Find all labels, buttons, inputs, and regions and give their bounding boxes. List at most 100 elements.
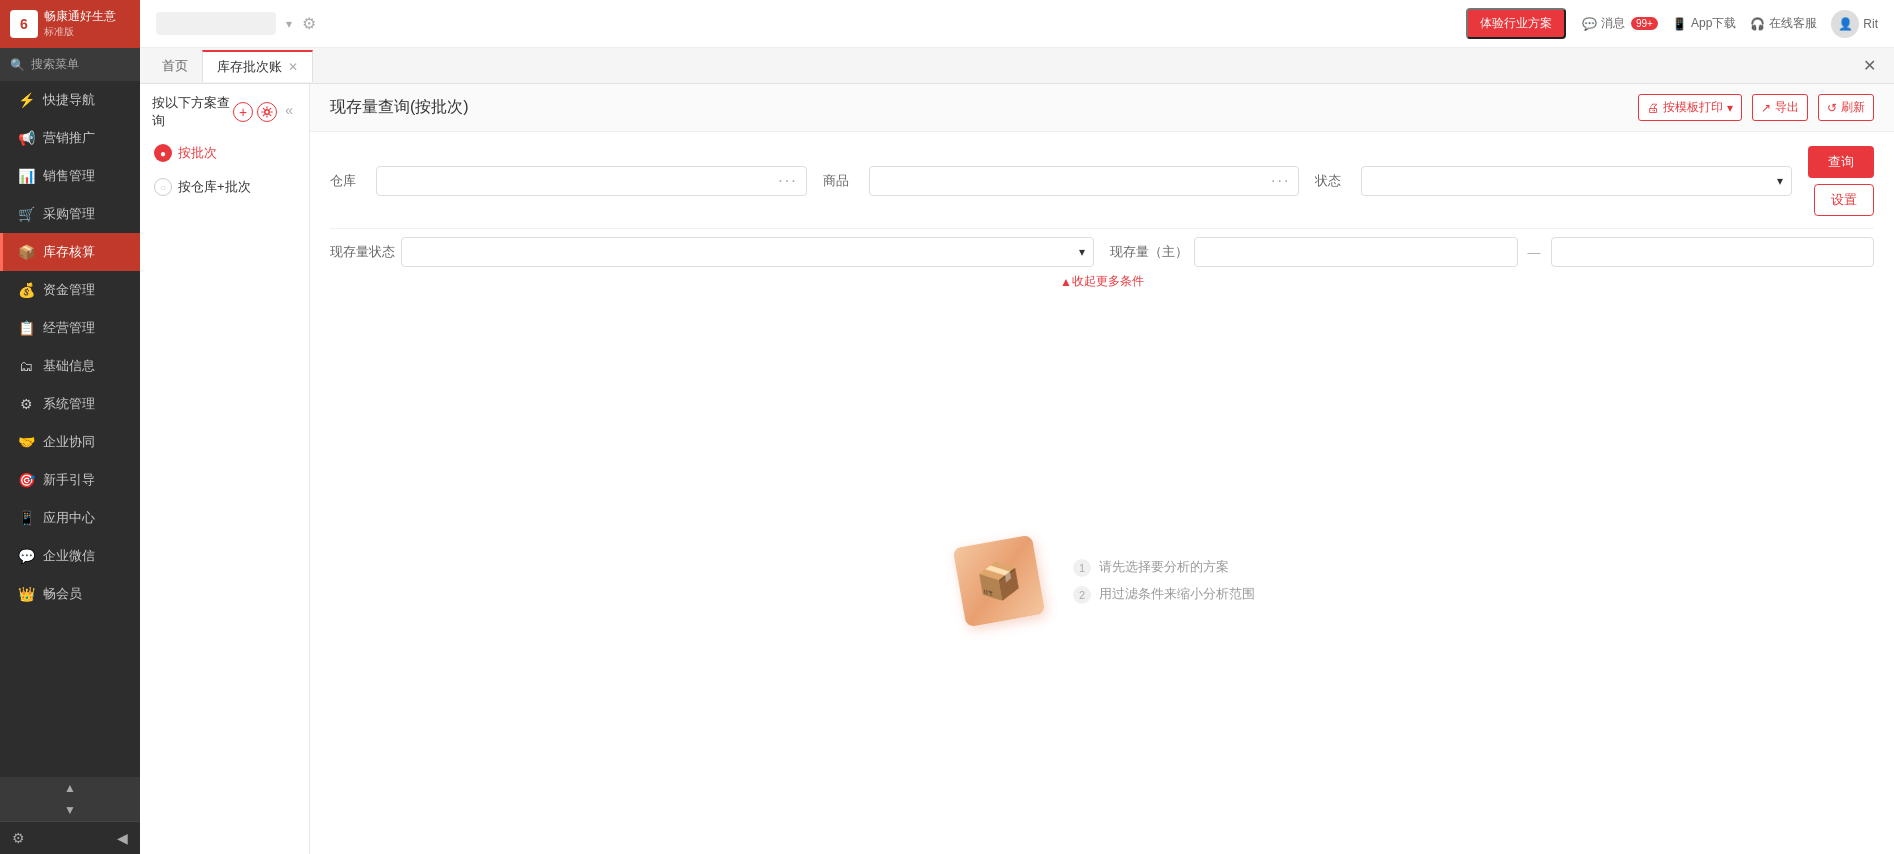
collapse-sidebar-icon[interactable]: ◀ — [117, 830, 128, 846]
status-arrow-icon: ▾ — [1777, 174, 1783, 188]
messages-badge: 99+ — [1631, 17, 1658, 30]
print-label: 按模板打印 — [1663, 99, 1723, 116]
inventory-status-arrow-icon: ▾ — [1079, 245, 1085, 259]
sidebar-item-label: 采购管理 — [43, 205, 95, 223]
inventory-status-select[interactable]: ▾ — [401, 237, 1094, 267]
appstore-icon: 📱 — [17, 510, 35, 526]
tab-close-icon[interactable]: ✕ — [288, 60, 298, 74]
sidebar-item-wechat[interactable]: 💬 企业微信 — [0, 537, 140, 575]
sidebar-item-newbie[interactable]: 🎯 新手引导 — [0, 461, 140, 499]
sidebar-item-system[interactable]: ⚙ 系统管理 — [0, 385, 140, 423]
online-support-btn[interactable]: 🎧 在线客服 — [1750, 15, 1817, 32]
phone-icon: 📱 — [1672, 17, 1687, 31]
tab-home[interactable]: 首页 — [148, 51, 202, 81]
query-btn[interactable]: 查询 — [1808, 146, 1874, 178]
app-logo: 6 — [10, 10, 38, 38]
filter-inventory-qty: 现存量（主） — — [1110, 237, 1874, 267]
sidebar-item-label: 企业协同 — [43, 433, 95, 451]
add-plan-btn[interactable]: + — [233, 102, 253, 122]
sidebar-item-marketing[interactable]: 📢 营销推广 — [0, 119, 140, 157]
search-icon: 🔍 — [10, 58, 25, 72]
sidebar-scroll-up[interactable]: ▲ — [0, 777, 140, 799]
enterprise-icon: 🤝 — [17, 434, 35, 450]
product-input[interactable]: ··· — [869, 166, 1300, 196]
plan-item-warehouse-batch[interactable]: ○ 按仓库+批次 — [140, 170, 309, 204]
topbar-settings-icon[interactable]: ⚙ — [302, 14, 316, 33]
sidebar-item-label: 资金管理 — [43, 281, 95, 299]
left-panel: 按以下方案查询 + « ● 按批次 ○ 按仓库+批次 — [140, 84, 310, 854]
sidebar-item-shortcut[interactable]: ⚡ 快捷导航 — [0, 81, 140, 119]
refresh-label: 刷新 — [1841, 99, 1865, 116]
user-profile-btn[interactable]: 👤 Rit — [1831, 10, 1878, 38]
marketing-icon: 📢 — [17, 130, 35, 146]
plan-item-batch[interactable]: ● 按批次 — [140, 136, 309, 170]
status-label: 状态 — [1315, 172, 1355, 190]
sidebar-item-appstore[interactable]: 📱 应用中心 — [0, 499, 140, 537]
sidebar-item-finance[interactable]: 💰 资金管理 — [0, 271, 140, 309]
sidebar-item-basic[interactable]: 🗂 基础信息 — [0, 347, 140, 385]
inventory-qty-from[interactable] — [1194, 237, 1518, 267]
collapse-panel-btn[interactable]: « — [281, 102, 297, 122]
collapse-filters-btn[interactable]: ▲ 收起更多条件 — [330, 267, 1874, 300]
sidebar-scroll-down[interactable]: ▼ — [0, 799, 140, 821]
app-edition: 标准版 — [44, 25, 116, 39]
message-icon: 💬 — [1582, 17, 1597, 31]
settings-icon[interactable]: ⚙ — [12, 830, 25, 846]
sidebar-item-label: 库存核算 — [43, 243, 95, 261]
export-label: 导出 — [1775, 99, 1799, 116]
vip-icon: 👑 — [17, 586, 35, 602]
trial-btn[interactable]: 体验行业方案 — [1466, 8, 1566, 39]
avatar-icon: 👤 — [1838, 17, 1853, 31]
sidebar-nav: ⚡ 快捷导航 📢 营销推广 📊 销售管理 🛒 采购管理 📦 库存核算 💰 资金管… — [0, 81, 140, 777]
filter-divider — [330, 228, 1874, 229]
export-icon: ↗ — [1761, 101, 1771, 115]
sidebar-item-operations[interactable]: 📋 经营管理 — [0, 309, 140, 347]
plan-label: 按仓库+批次 — [178, 178, 251, 196]
finance-icon: 💰 — [17, 282, 35, 298]
sidebar-item-sales[interactable]: 📊 销售管理 — [0, 157, 140, 195]
product-label: 商品 — [823, 172, 863, 190]
headset-icon: 🎧 — [1750, 17, 1765, 31]
sidebar-item-label: 系统管理 — [43, 395, 95, 413]
app-download-label: App下载 — [1691, 15, 1736, 32]
product-dots-icon[interactable]: ··· — [1271, 172, 1290, 190]
topbar: ▾ ⚙ 体验行业方案 💬 消息 99+ 📱 App下载 🎧 在线客服 — [140, 0, 1894, 48]
export-btn[interactable]: ↗ 导出 — [1752, 94, 1808, 121]
status-select[interactable]: ▾ — [1361, 166, 1792, 196]
inventory-qty-to[interactable] — [1551, 237, 1875, 267]
close-panel-btn[interactable]: ✕ — [1857, 56, 1882, 75]
filter-product: 商品 ··· — [823, 166, 1300, 196]
shortcut-icon: ⚡ — [17, 92, 35, 108]
tab-batch-account[interactable]: 库存批次账 ✕ — [202, 50, 313, 82]
app-download-btn[interactable]: 📱 App下载 — [1672, 15, 1736, 32]
sidebar: 6 畅康通好生意 标准版 🔍 搜索菜单 ⚡ 快捷导航 📢 营销推广 📊 销售管理… — [0, 0, 140, 854]
print-btn[interactable]: 🖨 按模板打印 ▾ — [1638, 94, 1742, 121]
right-panel: 现存量查询(按批次) 🖨 按模板打印 ▾ ↗ 导出 ↺ 刷新 — [310, 84, 1894, 854]
filter-inventory-status: 现存量状态 ▾ — [330, 237, 1094, 267]
warehouse-input[interactable]: ··· — [376, 166, 807, 196]
operations-icon: 📋 — [17, 320, 35, 336]
empty-step1-label: 请先选择要分析的方案 — [1099, 558, 1229, 576]
sidebar-item-enterprise[interactable]: 🤝 企业协同 — [0, 423, 140, 461]
empty-text: 1 请先选择要分析的方案 2 用过滤条件来缩小分析范围 — [1073, 558, 1255, 604]
warehouse-dots-icon[interactable]: ··· — [778, 172, 797, 190]
tab-batch-account-label: 库存批次账 — [217, 58, 282, 76]
filter-row-2: 现存量状态 ▾ 现存量（主） — — [330, 237, 1874, 267]
refresh-btn[interactable]: ↺ 刷新 — [1818, 94, 1874, 121]
messages-btn[interactable]: 💬 消息 99+ — [1582, 15, 1658, 32]
sidebar-item-vip[interactable]: 👑 畅会员 — [0, 575, 140, 613]
sidebar-item-label: 销售管理 — [43, 167, 95, 185]
sidebar-item-label: 新手引导 — [43, 471, 95, 489]
messages-label: 消息 — [1601, 15, 1625, 32]
filter-settings-btn[interactable]: 设置 — [1814, 184, 1874, 216]
search-label: 搜索菜单 — [31, 56, 79, 73]
sidebar-item-inventory[interactable]: 📦 库存核算 — [0, 233, 140, 271]
collapse-chevron-icon: ▲ — [1060, 275, 1072, 289]
print-chevron-icon[interactable]: ▾ — [1727, 101, 1733, 115]
plan-settings-btn[interactable] — [257, 102, 277, 122]
user-avatar: 👤 — [1831, 10, 1859, 38]
sidebar-item-purchase[interactable]: 🛒 采购管理 — [0, 195, 140, 233]
sidebar-search[interactable]: 🔍 搜索菜单 — [0, 48, 140, 81]
topbar-chevron-icon[interactable]: ▾ — [286, 17, 292, 31]
page-header: 现存量查询(按批次) 🖨 按模板打印 ▾ ↗ 导出 ↺ 刷新 — [310, 84, 1894, 132]
